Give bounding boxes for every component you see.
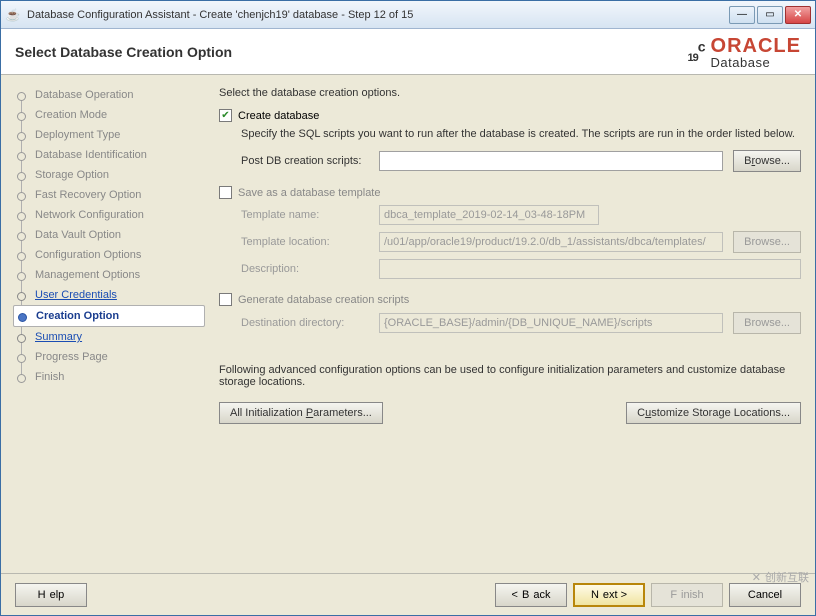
finish-button: Finish bbox=[651, 583, 723, 607]
sidebar-step-14: Finish bbox=[17, 367, 205, 387]
init-params-button[interactable]: All Initialization Parameters... bbox=[219, 402, 383, 424]
step-dot-icon bbox=[17, 272, 26, 281]
step-label: Finish bbox=[35, 371, 64, 383]
step-label: User Credentials bbox=[35, 289, 117, 301]
template-location-label: Template location: bbox=[241, 236, 369, 248]
post-scripts-row: Post DB creation scripts: Browse... bbox=[241, 150, 801, 172]
step-label: Creation Option bbox=[36, 310, 119, 322]
maximize-button[interactable]: ▭ bbox=[757, 6, 783, 24]
step-label: Creation Mode bbox=[35, 109, 107, 121]
sidebar-step-7: Data Vault Option bbox=[17, 225, 205, 245]
step-dot-icon bbox=[17, 354, 26, 363]
step-label: Data Vault Option bbox=[35, 229, 121, 241]
post-scripts-label: Post DB creation scripts: bbox=[241, 155, 369, 167]
browse-dest-dir-button: Browse... bbox=[733, 312, 801, 334]
browse-template-location-button: Browse... bbox=[733, 231, 801, 253]
step-label: Summary bbox=[35, 331, 82, 343]
window-title: Database Configuration Assistant - Creat… bbox=[27, 9, 729, 21]
step-dot-icon bbox=[17, 232, 26, 241]
browse-post-scripts-button[interactable]: Browse... bbox=[733, 150, 801, 172]
titlebar[interactable]: ☕ Database Configuration Assistant - Cre… bbox=[1, 1, 815, 29]
gen-scripts-label: Generate database creation scripts bbox=[238, 294, 409, 306]
create-database-label: Create database bbox=[238, 110, 319, 122]
gen-scripts-checkbox-row: Generate database creation scripts bbox=[219, 293, 801, 306]
step-label: Network Configuration bbox=[35, 209, 144, 221]
sidebar-step-13: Progress Page bbox=[17, 347, 205, 367]
version-text: 19c bbox=[688, 37, 705, 68]
brand-sub-text: Database bbox=[711, 56, 771, 69]
sidebar-step-12[interactable]: Summary bbox=[17, 327, 205, 347]
sidebar-step-10[interactable]: User Credentials bbox=[17, 285, 205, 305]
brand-text: ORACLE bbox=[711, 36, 801, 56]
intro-text: Select the database creation options. bbox=[219, 87, 801, 99]
dest-dir-input bbox=[379, 313, 723, 333]
step-label: Fast Recovery Option bbox=[35, 189, 141, 201]
watermark-icon: ✕ bbox=[752, 571, 761, 584]
step-label: Configuration Options bbox=[35, 249, 141, 261]
step-dot-icon bbox=[17, 92, 26, 101]
save-template-checkbox[interactable] bbox=[219, 186, 232, 199]
template-location-input bbox=[379, 232, 723, 252]
step-dot-icon bbox=[17, 334, 26, 343]
step-label: Database Operation bbox=[35, 89, 133, 101]
step-dot-icon bbox=[17, 152, 26, 161]
next-button[interactable]: Next > bbox=[573, 583, 645, 607]
step-label: Deployment Type bbox=[35, 129, 120, 141]
create-database-desc: Specify the SQL scripts you want to run … bbox=[241, 128, 801, 140]
minimize-button[interactable]: — bbox=[729, 6, 755, 24]
footer: Help < Back Next > Finish Cancel bbox=[1, 573, 815, 615]
description-label: Description: bbox=[241, 263, 369, 275]
cancel-button[interactable]: Cancel bbox=[729, 583, 801, 607]
step-dot-icon bbox=[17, 132, 26, 141]
help-button[interactable]: Help bbox=[15, 583, 87, 607]
sidebar-step-4: Storage Option bbox=[17, 165, 205, 185]
save-template-label: Save as a database template bbox=[238, 187, 380, 199]
sidebar-step-0: Database Operation bbox=[17, 85, 205, 105]
step-dot-icon bbox=[17, 192, 26, 201]
app-window: ☕ Database Configuration Assistant - Cre… bbox=[0, 0, 816, 616]
post-scripts-input[interactable] bbox=[379, 151, 723, 171]
sidebar-step-2: Deployment Type bbox=[17, 125, 205, 145]
step-list: Database Operation Creation Mode Deploymen… bbox=[17, 85, 205, 387]
template-name-input bbox=[379, 205, 599, 225]
close-button[interactable]: ✕ bbox=[785, 6, 811, 24]
step-dot-icon bbox=[17, 112, 26, 121]
step-label: Storage Option bbox=[35, 169, 109, 181]
description-input bbox=[379, 259, 801, 279]
body: Database Operation Creation Mode Deploymen… bbox=[1, 75, 815, 573]
sidebar-step-5: Fast Recovery Option bbox=[17, 185, 205, 205]
sidebar-step-3: Database Identification bbox=[17, 145, 205, 165]
oracle-logo: 19c ORACLE Database bbox=[688, 36, 802, 69]
template-name-label: Template name: bbox=[241, 209, 369, 221]
step-label: Database Identification bbox=[35, 149, 147, 161]
sidebar-step-9: Management Options bbox=[17, 265, 205, 285]
step-dot-icon bbox=[17, 252, 26, 261]
sidebar-step-11: Creation Option bbox=[13, 305, 205, 327]
step-dot-icon bbox=[17, 374, 26, 383]
customize-storage-button[interactable]: Customize Storage Locations... bbox=[626, 402, 801, 424]
step-label: Progress Page bbox=[35, 351, 108, 363]
gen-scripts-checkbox[interactable] bbox=[219, 293, 232, 306]
step-dot-icon bbox=[17, 292, 26, 301]
page-title: Select Database Creation Option bbox=[15, 44, 232, 60]
sidebar: Database Operation Creation Mode Deploymen… bbox=[1, 75, 209, 573]
main-panel: Select the database creation options. ✔ … bbox=[209, 75, 815, 573]
sidebar-step-1: Creation Mode bbox=[17, 105, 205, 125]
sidebar-step-8: Configuration Options bbox=[17, 245, 205, 265]
step-dot-icon bbox=[18, 313, 27, 322]
back-button[interactable]: < Back bbox=[495, 583, 567, 607]
advanced-desc: Following advanced configuration options… bbox=[219, 364, 801, 388]
java-icon: ☕ bbox=[5, 7, 21, 23]
create-database-checkbox[interactable]: ✔ bbox=[219, 109, 232, 122]
step-dot-icon bbox=[17, 212, 26, 221]
header: Select Database Creation Option 19c ORAC… bbox=[1, 29, 815, 75]
window-controls: — ▭ ✕ bbox=[729, 6, 811, 24]
create-database-checkbox-row: ✔ Create database bbox=[219, 109, 801, 122]
watermark: ✕ 创新互联 bbox=[752, 569, 809, 585]
sidebar-step-6: Network Configuration bbox=[17, 205, 205, 225]
step-dot-icon bbox=[17, 172, 26, 181]
step-label: Management Options bbox=[35, 269, 140, 281]
save-template-checkbox-row: Save as a database template bbox=[219, 186, 801, 199]
dest-dir-label: Destination directory: bbox=[241, 317, 369, 329]
